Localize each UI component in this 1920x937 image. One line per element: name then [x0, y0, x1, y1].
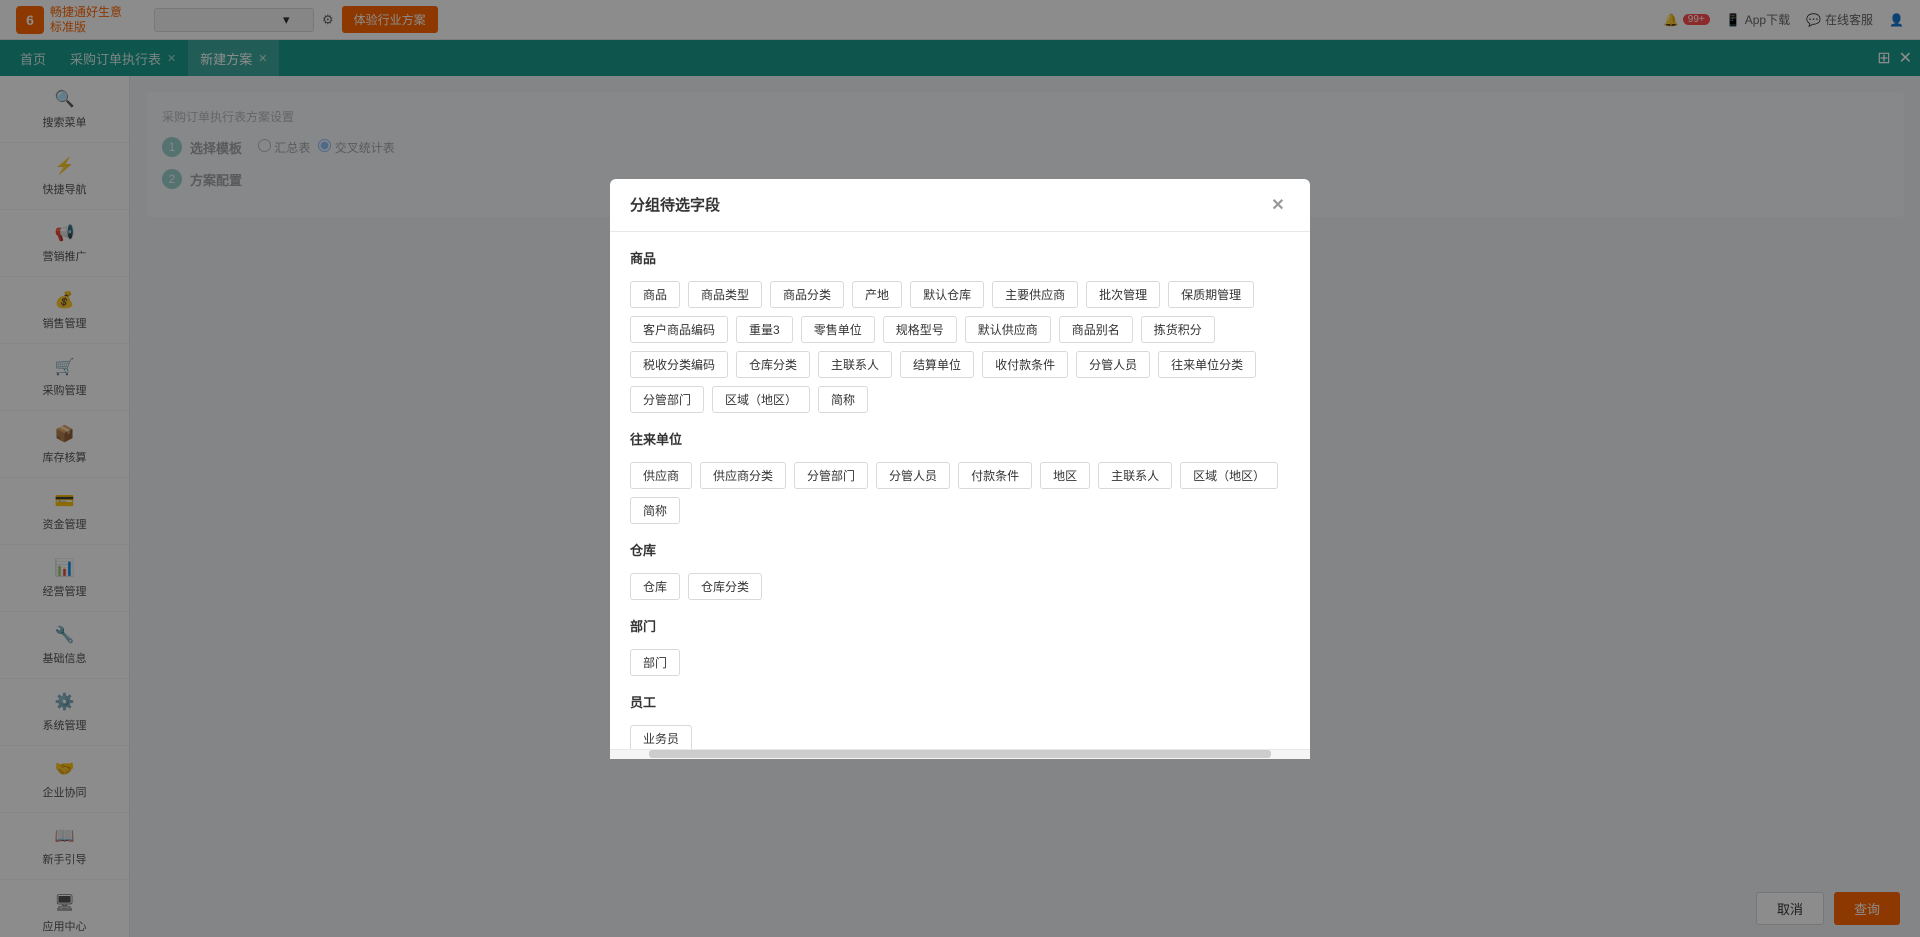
modal-header: 分组待选字段 ✕	[610, 179, 1310, 232]
field-tag-0-24[interactable]: 简称	[818, 386, 868, 413]
field-tag-0-14[interactable]: 拣货积分	[1141, 316, 1215, 343]
field-tag-2-0[interactable]: 仓库	[630, 573, 680, 600]
field-tag-0-13[interactable]: 商品别名	[1059, 316, 1133, 343]
field-tag-0-22[interactable]: 分管部门	[630, 386, 704, 413]
field-tags-4: 业务员	[630, 725, 1290, 750]
field-tag-0-15[interactable]: 税收分类编码	[630, 351, 728, 378]
field-tag-1-5[interactable]: 地区	[1040, 462, 1090, 489]
field-tag-0-21[interactable]: 往来单位分类	[1158, 351, 1256, 378]
field-tag-0-2[interactable]: 商品分类	[770, 281, 844, 308]
field-tag-0-19[interactable]: 收付款条件	[982, 351, 1068, 378]
field-tag-0-16[interactable]: 仓库分类	[736, 351, 810, 378]
section-title-1: 往来单位	[630, 429, 1290, 452]
field-tag-1-8[interactable]: 简称	[630, 497, 680, 524]
field-tag-0-17[interactable]: 主联系人	[818, 351, 892, 378]
field-tag-0-8[interactable]: 客户商品编码	[630, 316, 728, 343]
section-title-2: 仓库	[630, 540, 1290, 563]
field-tag-1-2[interactable]: 分管部门	[794, 462, 868, 489]
field-section-商品: 商品商品商品类型商品分类产地默认仓库主要供应商批次管理保质期管理客户商品编码重量…	[630, 248, 1290, 413]
field-section-仓库: 仓库仓库仓库分类	[630, 540, 1290, 600]
field-tag-0-5[interactable]: 主要供应商	[992, 281, 1078, 308]
modal-title: 分组待选字段	[630, 194, 720, 215]
field-section-往来单位: 往来单位供应商供应商分类分管部门分管人员付款条件地区主联系人区域（地区） 简称	[630, 429, 1290, 524]
field-tag-2-1[interactable]: 仓库分类	[688, 573, 762, 600]
field-tags-2: 仓库仓库分类	[630, 573, 1290, 600]
field-tag-0-6[interactable]: 批次管理	[1086, 281, 1160, 308]
field-tag-0-0[interactable]: 商品	[630, 281, 680, 308]
field-tag-0-12[interactable]: 默认供应商	[965, 316, 1051, 343]
field-tag-4-0[interactable]: 业务员	[630, 725, 692, 750]
field-section-员工: 员工业务员	[630, 692, 1290, 750]
field-tag-0-3[interactable]: 产地	[852, 281, 902, 308]
field-tag-0-1[interactable]: 商品类型	[688, 281, 762, 308]
field-tag-0-11[interactable]: 规格型号	[883, 316, 957, 343]
modal-close-button[interactable]: ✕	[1266, 193, 1290, 217]
field-tag-1-6[interactable]: 主联系人	[1098, 462, 1172, 489]
field-tags-3: 部门	[630, 649, 1290, 676]
section-title-3: 部门	[630, 616, 1290, 639]
modal-overlay: 分组待选字段 ✕ 商品商品商品类型商品分类产地默认仓库主要供应商批次管理保质期管…	[0, 0, 1920, 937]
field-tag-0-4[interactable]: 默认仓库	[910, 281, 984, 308]
field-tags-0: 商品商品类型商品分类产地默认仓库主要供应商批次管理保质期管理客户商品编码重量3 零…	[630, 281, 1290, 413]
modal-horizontal-scroll[interactable]	[610, 749, 1310, 758]
field-tag-0-9[interactable]: 重量3	[736, 316, 793, 343]
field-tag-0-7[interactable]: 保质期管理	[1168, 281, 1254, 308]
field-section-部门: 部门部门	[630, 616, 1290, 676]
section-title-0: 商品	[630, 248, 1290, 271]
field-tag-1-3[interactable]: 分管人员	[876, 462, 950, 489]
section-title-4: 员工	[630, 692, 1290, 715]
field-tag-1-1[interactable]: 供应商分类	[700, 462, 786, 489]
modal-body: 商品商品商品类型商品分类产地默认仓库主要供应商批次管理保质期管理客户商品编码重量…	[610, 232, 1310, 750]
field-tag-0-20[interactable]: 分管人员	[1076, 351, 1150, 378]
field-tag-1-4[interactable]: 付款条件	[958, 462, 1032, 489]
modal-dialog: 分组待选字段 ✕ 商品商品商品类型商品分类产地默认仓库主要供应商批次管理保质期管…	[610, 179, 1310, 759]
field-tag-0-18[interactable]: 结算单位	[900, 351, 974, 378]
field-tag-1-0[interactable]: 供应商	[630, 462, 692, 489]
field-tag-0-23[interactable]: 区域（地区）	[712, 386, 810, 413]
field-tag-0-10[interactable]: 零售单位	[801, 316, 875, 343]
field-tags-1: 供应商供应商分类分管部门分管人员付款条件地区主联系人区域（地区） 简称	[630, 462, 1290, 524]
field-tag-3-0[interactable]: 部门	[630, 649, 680, 676]
field-tag-1-7[interactable]: 区域（地区）	[1180, 462, 1278, 489]
